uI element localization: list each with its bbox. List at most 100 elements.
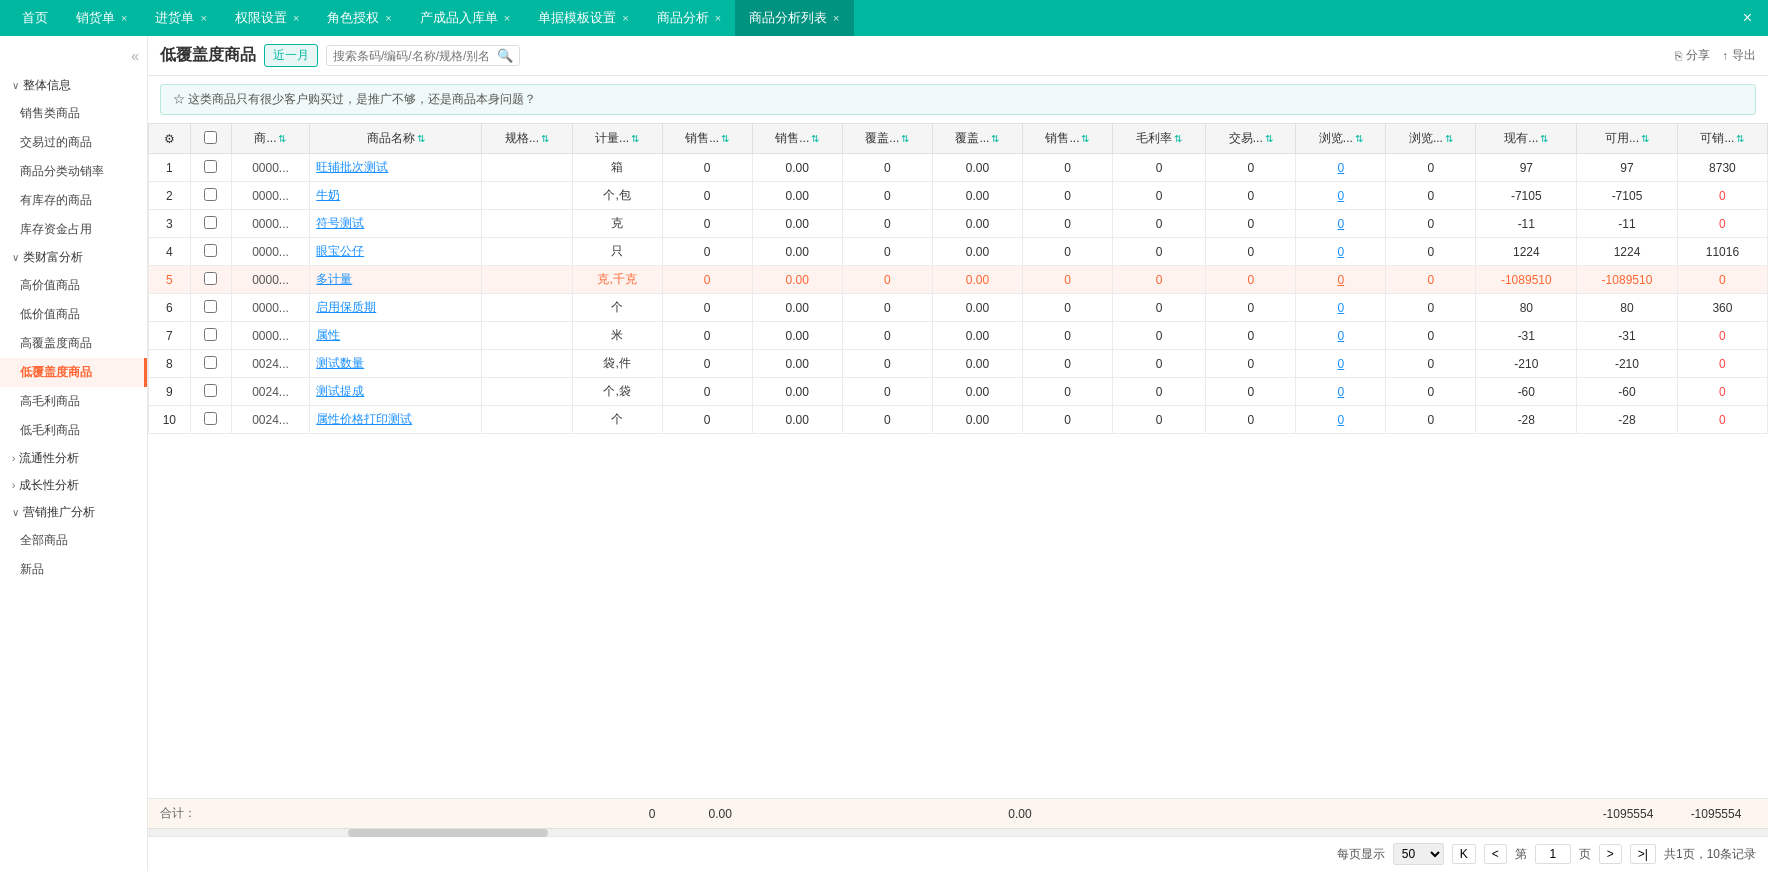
row-checkbox[interactable] — [190, 406, 231, 434]
row-select-checkbox[interactable] — [204, 412, 217, 425]
row-browse1[interactable]: 0 — [1296, 154, 1386, 182]
next-page-button[interactable]: > — [1599, 844, 1622, 864]
nav-roles[interactable]: 角色授权 × — [313, 0, 405, 36]
sidebar-group-liquidity[interactable]: › 流通性分析 — [0, 445, 147, 472]
nav-purchase[interactable]: 进货单 × — [141, 0, 220, 36]
sidebar-item-high-margin[interactable]: 高毛利商品 — [0, 387, 147, 416]
col-browse2[interactable]: 浏览...⇅ — [1386, 124, 1476, 154]
sidebar-item-inventory-capital[interactable]: 库存资金占用 — [0, 215, 147, 244]
prev-page-button[interactable]: < — [1484, 844, 1507, 864]
window-close-button[interactable]: × — [1735, 9, 1760, 27]
row-checkbox[interactable] — [190, 210, 231, 238]
row-select-checkbox[interactable] — [204, 328, 217, 341]
row-select-checkbox[interactable] — [204, 384, 217, 397]
col-spec[interactable]: 规格...⇅ — [482, 124, 572, 154]
row-browse1[interactable]: 0 — [1296, 322, 1386, 350]
row-checkbox[interactable] — [190, 322, 231, 350]
col-sales1[interactable]: 销售...⇅ — [662, 124, 752, 154]
sidebar-group-marketing[interactable]: ∨ 营销推广分析 — [0, 499, 147, 526]
row-select-checkbox[interactable] — [204, 356, 217, 369]
col-saleable[interactable]: 可销...⇅ — [1677, 124, 1767, 154]
row-name[interactable]: 眼宝公仔 — [310, 238, 482, 266]
row-select-checkbox[interactable] — [204, 216, 217, 229]
sidebar-group-overall[interactable]: ∨ 整体信息 — [0, 72, 147, 99]
sidebar-item-low-margin[interactable]: 低毛利商品 — [0, 416, 147, 445]
row-select-checkbox[interactable] — [204, 188, 217, 201]
first-page-button[interactable]: K — [1452, 844, 1476, 864]
row-name[interactable]: 测试提成 — [310, 378, 482, 406]
row-browse1[interactable]: 0 — [1296, 210, 1386, 238]
row-name[interactable]: 符号测试 — [310, 210, 482, 238]
select-all-checkbox[interactable] — [204, 131, 217, 144]
sidebar-collapse-button[interactable]: « — [131, 48, 139, 64]
nav-close-product-analysis[interactable]: × — [715, 12, 721, 24]
nav-close-roles[interactable]: × — [385, 12, 391, 24]
row-browse1[interactable]: 0 — [1296, 294, 1386, 322]
nav-close-product-analysis-list[interactable]: × — [833, 12, 839, 24]
row-checkbox[interactable] — [190, 350, 231, 378]
row-select-checkbox[interactable] — [204, 244, 217, 257]
sidebar-item-traded-goods[interactable]: 交易过的商品 — [0, 128, 147, 157]
nav-product-analysis[interactable]: 商品分析 × — [643, 0, 735, 36]
share-button[interactable]: ⎘ 分享 — [1675, 47, 1710, 64]
sidebar-item-low-coverage[interactable]: 低覆盖度商品 — [0, 358, 147, 387]
page-number-input[interactable] — [1535, 844, 1571, 864]
row-select-checkbox[interactable] — [204, 272, 217, 285]
row-name[interactable]: 多计量 — [310, 266, 482, 294]
row-checkbox[interactable] — [190, 238, 231, 266]
row-select-checkbox[interactable] — [204, 300, 217, 313]
sidebar-item-high-value[interactable]: 高价值商品 — [0, 271, 147, 300]
col-cover1[interactable]: 覆盖...⇅ — [842, 124, 932, 154]
sidebar-item-category-turnover[interactable]: 商品分类动销率 — [0, 157, 147, 186]
row-name[interactable]: 属性 — [310, 322, 482, 350]
nav-permissions[interactable]: 权限设置 × — [221, 0, 313, 36]
sidebar-group-growth[interactable]: › 成长性分析 — [0, 472, 147, 499]
last-page-button[interactable]: >| — [1630, 844, 1656, 864]
row-checkbox[interactable] — [190, 182, 231, 210]
nav-close-purchase[interactable]: × — [200, 12, 206, 24]
col-current[interactable]: 现有...⇅ — [1476, 124, 1577, 154]
row-checkbox[interactable] — [190, 378, 231, 406]
scrollbar-thumb[interactable] — [348, 829, 548, 837]
sidebar-item-low-value[interactable]: 低价值商品 — [0, 300, 147, 329]
row-browse1[interactable]: 0 — [1296, 238, 1386, 266]
row-browse1[interactable]: 0 — [1296, 266, 1386, 294]
filter-button[interactable]: 近一月 — [264, 44, 318, 67]
nav-close-finished-goods[interactable]: × — [504, 12, 510, 24]
sidebar-item-high-coverage[interactable]: 高覆盖度商品 — [0, 329, 147, 358]
sidebar-item-new-goods[interactable]: 新品 — [0, 555, 147, 584]
col-sales2[interactable]: 销售...⇅ — [752, 124, 842, 154]
nav-product-analysis-list[interactable]: 商品分析列表 × — [735, 0, 853, 36]
col-name[interactable]: 商品名称⇅ — [310, 124, 482, 154]
col-settings[interactable]: ⚙ — [149, 124, 191, 154]
nav-close-sales[interactable]: × — [121, 12, 127, 24]
row-browse1[interactable]: 0 — [1296, 406, 1386, 434]
sidebar-group-wealth[interactable]: ∨ 类财富分析 — [0, 244, 147, 271]
row-checkbox[interactable] — [190, 266, 231, 294]
sidebar-item-all-goods[interactable]: 全部商品 — [0, 526, 147, 555]
row-browse1[interactable]: 0 — [1296, 182, 1386, 210]
row-checkbox[interactable] — [190, 154, 231, 182]
nav-template[interactable]: 单据模板设置 × — [524, 0, 642, 36]
col-margin[interactable]: 毛利率⇅ — [1113, 124, 1206, 154]
col-browse1[interactable]: 浏览...⇅ — [1296, 124, 1386, 154]
row-name[interactable]: 启用保质期 — [310, 294, 482, 322]
nav-close-template[interactable]: × — [622, 12, 628, 24]
row-browse1[interactable]: 0 — [1296, 350, 1386, 378]
nav-finished-goods[interactable]: 产成品入库单 × — [406, 0, 524, 36]
sidebar-item-sales-goods[interactable]: 销售类商品 — [0, 99, 147, 128]
nav-sales[interactable]: 销货单 × — [62, 0, 141, 36]
nav-home[interactable]: 首页 — [8, 0, 62, 36]
search-icon[interactable]: 🔍 — [497, 48, 513, 63]
horizontal-scrollbar[interactable] — [148, 828, 1768, 836]
row-name[interactable]: 属性价格打印测试 — [310, 406, 482, 434]
col-trade[interactable]: 交易...⇅ — [1206, 124, 1296, 154]
page-size-select[interactable]: 50 20 100 — [1393, 843, 1444, 865]
col-unit[interactable]: 计量...⇅ — [572, 124, 662, 154]
search-input[interactable] — [333, 49, 493, 63]
col-available[interactable]: 可用...⇅ — [1577, 124, 1678, 154]
nav-close-permissions[interactable]: × — [293, 12, 299, 24]
row-browse1[interactable]: 0 — [1296, 378, 1386, 406]
row-select-checkbox[interactable] — [204, 160, 217, 173]
col-sales3[interactable]: 销售...⇅ — [1022, 124, 1112, 154]
